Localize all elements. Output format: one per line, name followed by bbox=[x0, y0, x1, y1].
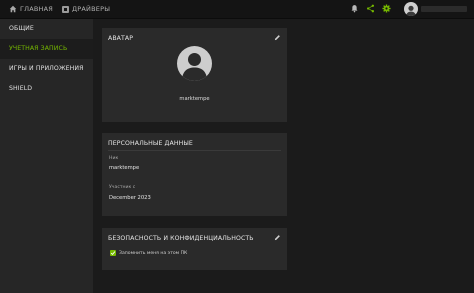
bell-icon[interactable] bbox=[350, 4, 359, 13]
avatar-card: АВАТАР marktempe bbox=[102, 28, 287, 122]
nav-home[interactable]: ГЛАВНАЯ bbox=[9, 0, 53, 18]
avatar-card-title: АВАТАР bbox=[108, 35, 134, 42]
pencil-icon[interactable] bbox=[274, 34, 281, 41]
personal-card-title: ПЕРСОНАЛЬНЫЕ ДАННЫЕ bbox=[108, 140, 193, 147]
gear-icon[interactable] bbox=[382, 4, 391, 13]
sidebar-item-account[interactable]: УЧЕТНАЯ ЗАПИСЬ bbox=[0, 39, 93, 59]
personal-data-card: ПЕРСОНАЛЬНЫЕ ДАННЫЕ Ник marktempe Участн… bbox=[102, 133, 287, 216]
home-icon bbox=[9, 5, 17, 13]
remember-me-checkbox[interactable] bbox=[110, 250, 116, 256]
avatar[interactable] bbox=[404, 2, 418, 16]
sidebar-item-games-apps[interactable]: ИГРЫ И ПРИЛОЖЕНИЯ bbox=[0, 59, 93, 79]
checkmark-icon bbox=[110, 251, 116, 256]
nickname-label: Ник bbox=[109, 156, 119, 161]
main-content: АВАТАР marktempe ПЕРСОНАЛЬНЫЕ ДАННЫЕ Ник… bbox=[93, 19, 474, 293]
member-since-label: Участник с bbox=[109, 185, 136, 190]
member-since-value: December 2023 bbox=[109, 195, 151, 201]
pencil-icon[interactable] bbox=[274, 234, 281, 241]
sidebar-item-general[interactable]: ОБЩИЕ bbox=[0, 19, 93, 39]
avatar-image bbox=[177, 46, 212, 81]
nav-drivers-label: ДРАЙВЕРЫ bbox=[72, 5, 111, 13]
divider bbox=[108, 150, 281, 151]
drivers-icon bbox=[62, 5, 69, 13]
user-icon bbox=[182, 53, 207, 81]
user-icon bbox=[406, 5, 416, 16]
security-card: БЕЗОПАСНОСТЬ И КОНФИДЕНЦИАЛЬНОСТЬ Запомн… bbox=[102, 228, 287, 270]
username-redacted bbox=[421, 6, 467, 12]
nav-drivers[interactable]: ДРАЙВЕРЫ bbox=[62, 0, 110, 18]
security-card-title: БЕЗОПАСНОСТЬ И КОНФИДЕНЦИАЛЬНОСТЬ bbox=[108, 235, 254, 242]
sidebar: ОБЩИЕ УЧЕТНАЯ ЗАПИСЬ ИГРЫ И ПРИЛОЖЕНИЯ S… bbox=[0, 19, 93, 293]
share-icon[interactable] bbox=[366, 4, 375, 13]
remember-me-label: Запомнить меня на этом ПК bbox=[119, 250, 188, 256]
top-bar: ГЛАВНАЯ ДРАЙВЕРЫ bbox=[0, 0, 474, 19]
sidebar-item-shield[interactable]: SHIELD bbox=[0, 79, 93, 99]
nav-home-label: ГЛАВНАЯ bbox=[20, 5, 54, 13]
avatar-username: marktempe bbox=[179, 96, 210, 102]
nickname-value: marktempe bbox=[109, 165, 140, 171]
